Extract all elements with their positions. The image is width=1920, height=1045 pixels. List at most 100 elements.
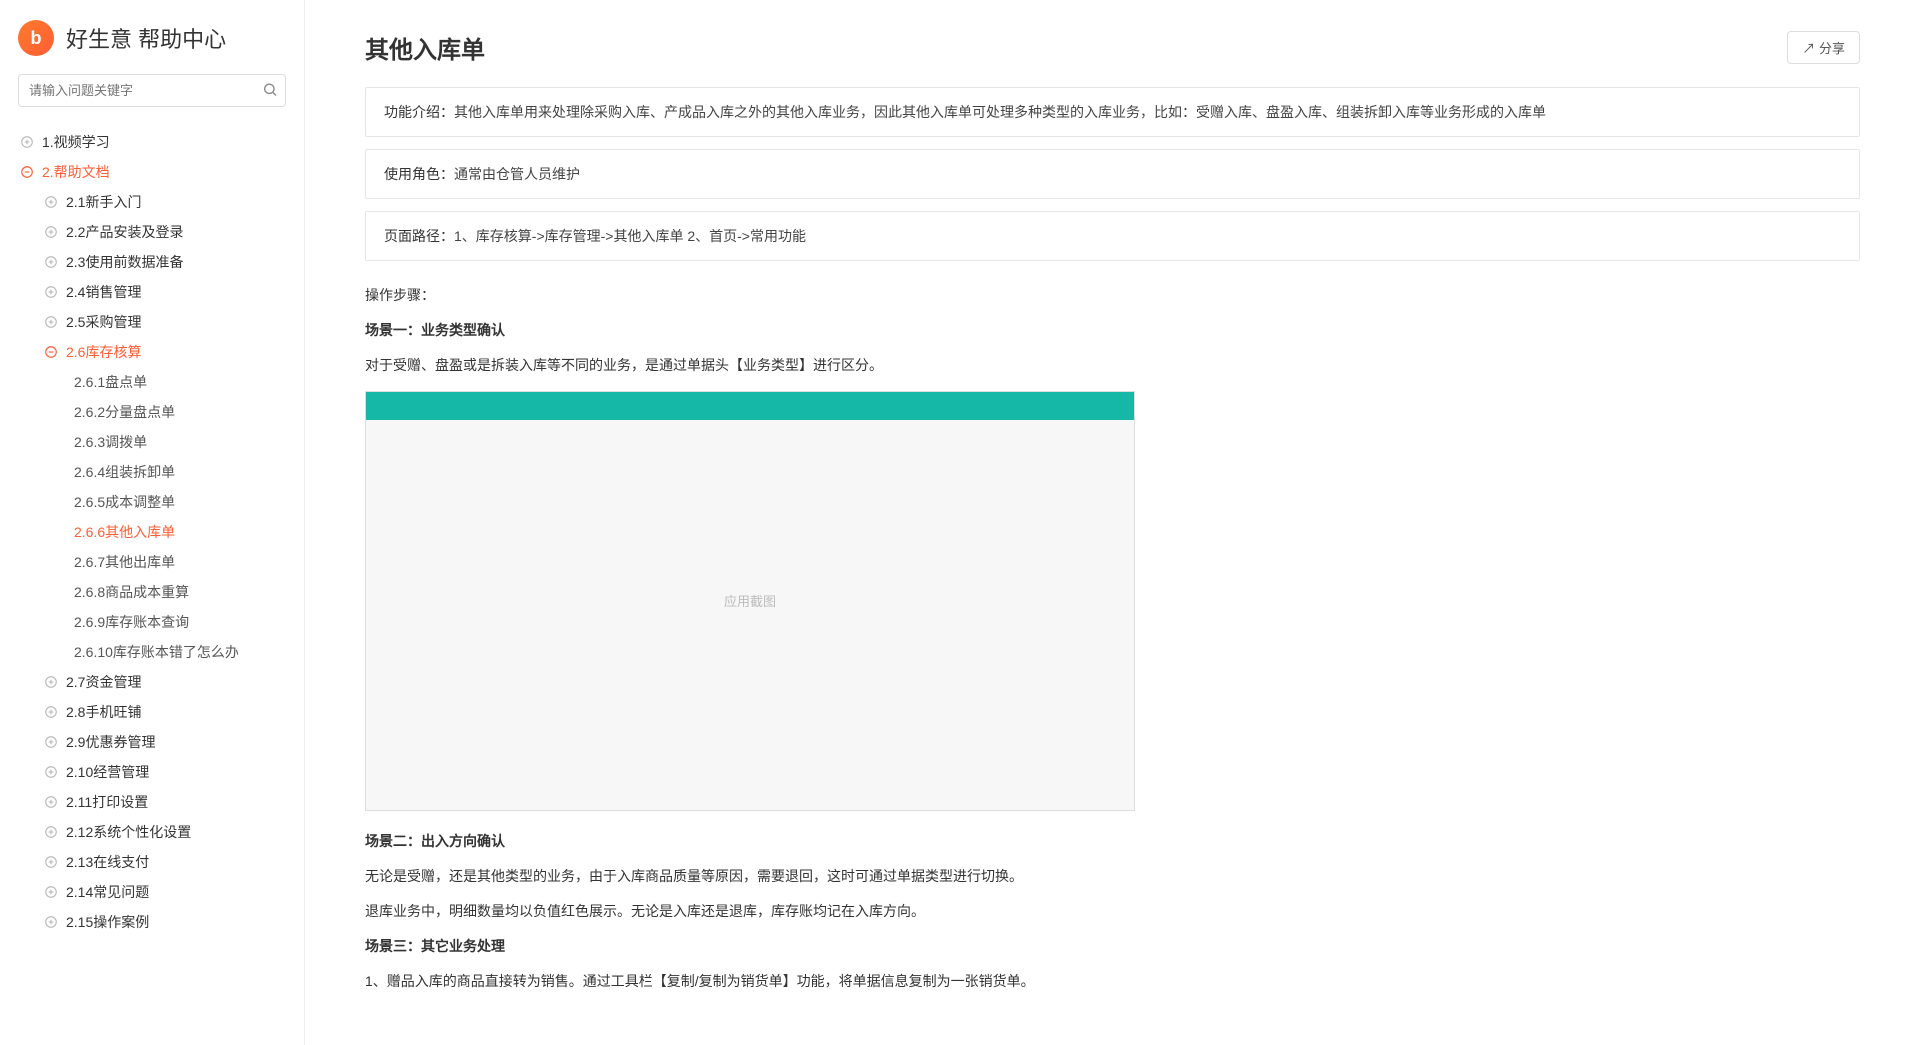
share-icon: ↗ — [1802, 41, 1815, 56]
nav-label: 2.15操作案例 — [66, 907, 149, 937]
nav-label: 2.1新手入门 — [66, 187, 141, 217]
card-intro: 功能介绍：其他入库单用来处理除采购入库、产成品入库之外的其他入库业务，因此其他入… — [365, 87, 1860, 137]
main-content: 其他入库单 ↗ 分享 功能介绍：其他入库单用来处理除采购入库、产成品入库之外的其… — [305, 0, 1920, 1045]
page-title: 其他入库单 — [365, 30, 485, 65]
nav-item-2-6-4[interactable]: 2.6.4组装拆卸单 — [74, 457, 286, 487]
nav-label: 2.5采购管理 — [66, 307, 141, 337]
brand-logo: b — [18, 20, 54, 56]
nav-item-2-7[interactable]: 2.7资金管理 — [42, 667, 286, 697]
nav-item-2-12[interactable]: 2.12系统个性化设置 — [42, 817, 286, 847]
nav-label: 2.6.3调拨单 — [74, 427, 147, 457]
plus-icon — [42, 193, 60, 211]
screenshot-alt: 应用截图 — [724, 591, 776, 610]
plus-icon — [18, 133, 36, 151]
nav-item-2-15[interactable]: 2.15操作案例 — [42, 907, 286, 937]
plus-icon — [42, 733, 60, 751]
search-input[interactable] — [18, 74, 286, 107]
nav-label: 2.7资金管理 — [66, 667, 141, 697]
nav-item-2-9[interactable]: 2.9优惠券管理 — [42, 727, 286, 757]
nav-label: 2.6.7其他出库单 — [74, 547, 175, 577]
sidebar: b 好生意 帮助中心 1.视频学习 2.帮助文档 2.1新手入门 2.2产品安装… — [0, 0, 305, 1045]
card-intro-text: 其他入库单用来处理除采购入库、产成品入库之外的其他入库业务，因此其他入库单可处理… — [454, 104, 1546, 120]
nav-label: 2.6库存核算 — [66, 337, 141, 367]
nav-item-2-13[interactable]: 2.13在线支付 — [42, 847, 286, 877]
nav-item-2-6-8[interactable]: 2.6.8商品成本重算 — [74, 577, 286, 607]
plus-icon — [42, 763, 60, 781]
scene1-text: 对于受赠、盘盈或是拆装入库等不同的业务，是通过单据头【业务类型】进行区分。 — [365, 353, 1860, 378]
nav-label: 2.11打印设置 — [66, 787, 148, 817]
plus-icon — [42, 793, 60, 811]
nav-label: 2.3使用前数据准备 — [66, 247, 183, 277]
brand-title: 好生意 帮助中心 — [66, 22, 226, 54]
search-icon[interactable] — [262, 81, 278, 100]
card-intro-label: 功能介绍： — [384, 104, 454, 120]
plus-icon — [42, 253, 60, 271]
nav-item-2-14[interactable]: 2.14常见问题 — [42, 877, 286, 907]
plus-icon — [42, 673, 60, 691]
embedded-screenshot: 应用截图 — [365, 391, 1135, 811]
minus-icon — [18, 163, 36, 181]
minus-icon — [42, 343, 60, 361]
nav-label: 2.13在线支付 — [66, 847, 149, 877]
nav-item-2-6-9[interactable]: 2.6.9库存账本查询 — [74, 607, 286, 637]
nav-item-2-6-5[interactable]: 2.6.5成本调整单 — [74, 487, 286, 517]
scene2-line2: 退库业务中，明细数量均以负值红色展示。无论是入库还是退库，库存账均记在入库方向。 — [365, 899, 1860, 924]
nav-label: 1.视频学习 — [42, 127, 110, 157]
nav-label: 2.8手机旺铺 — [66, 697, 141, 727]
card-role: 使用角色：通常由仓管人员维护 — [365, 149, 1860, 199]
nav-label: 2.2产品安装及登录 — [66, 217, 183, 247]
scene2-line1: 无论是受赠，还是其他类型的业务，由于入库商品质量等原因，需要退回，这时可通过单据… — [365, 864, 1860, 889]
plus-icon — [42, 883, 60, 901]
nav-item-2-6-10[interactable]: 2.6.10库存账本错了怎么办 — [74, 637, 286, 667]
plus-icon — [42, 823, 60, 841]
nav-item-2-10[interactable]: 2.10经营管理 — [42, 757, 286, 787]
nav-label: 2.6.10库存账本错了怎么办 — [74, 637, 239, 667]
nav-label: 2.帮助文档 — [42, 157, 110, 187]
nav-item-2-6-2[interactable]: 2.6.2分量盘点单 — [74, 397, 286, 427]
plus-icon — [42, 853, 60, 871]
nav-item-2-1[interactable]: 2.1新手入门 — [42, 187, 286, 217]
nav-label: 2.6.9库存账本查询 — [74, 607, 189, 637]
nav-item-2-2[interactable]: 2.2产品安装及登录 — [42, 217, 286, 247]
plus-icon — [42, 913, 60, 931]
nav-item-video[interactable]: 1.视频学习 — [18, 127, 286, 157]
nav-label: 2.14常见问题 — [66, 877, 149, 907]
nav-tree: 1.视频学习 2.帮助文档 2.1新手入门 2.2产品安装及登录 2.3使用前数… — [18, 127, 286, 937]
nav-label: 2.6.2分量盘点单 — [74, 397, 175, 427]
plus-icon — [42, 223, 60, 241]
scene3-heading: 场景三：其它业务处理 — [365, 934, 1860, 959]
brand: b 好生意 帮助中心 — [18, 20, 286, 56]
nav-item-2-4[interactable]: 2.4销售管理 — [42, 277, 286, 307]
scene2-heading: 场景二：出入方向确认 — [365, 829, 1860, 854]
nav-item-2-5[interactable]: 2.5采购管理 — [42, 307, 286, 337]
nav-item-2-8[interactable]: 2.8手机旺铺 — [42, 697, 286, 727]
plus-icon — [42, 283, 60, 301]
scene1-heading: 场景一：业务类型确认 — [365, 318, 1860, 343]
card-path: 页面路径：1、库存核算->库存管理->其他入库单 2、首页->常用功能 — [365, 211, 1860, 261]
nav-label: 2.9优惠券管理 — [66, 727, 155, 757]
nav-item-2-11[interactable]: 2.11打印设置 — [42, 787, 286, 817]
plus-icon — [42, 703, 60, 721]
nav-label: 2.6.4组装拆卸单 — [74, 457, 175, 487]
search-box — [18, 74, 286, 107]
nav-item-2-6-7[interactable]: 2.6.7其他出库单 — [74, 547, 286, 577]
nav-item-2-6-3[interactable]: 2.6.3调拨单 — [74, 427, 286, 457]
nav-label: 2.6.1盘点单 — [74, 367, 147, 397]
plus-icon — [42, 313, 60, 331]
nav-label: 2.10经营管理 — [66, 757, 149, 787]
share-label: 分享 — [1819, 41, 1845, 56]
nav-label: 2.6.6其他入库单 — [74, 517, 175, 547]
nav-label: 2.12系统个性化设置 — [66, 817, 191, 847]
nav-label: 2.6.5成本调整单 — [74, 487, 175, 517]
nav-item-2-3[interactable]: 2.3使用前数据准备 — [42, 247, 286, 277]
card-path-text: 1、库存核算->库存管理->其他入库单 2、首页->常用功能 — [454, 228, 806, 244]
nav-item-docs[interactable]: 2.帮助文档 — [18, 157, 286, 187]
steps-label: 操作步骤： — [365, 283, 1860, 308]
share-button[interactable]: ↗ 分享 — [1787, 31, 1860, 64]
card-path-label: 页面路径： — [384, 228, 454, 244]
nav-item-2-6-1[interactable]: 2.6.1盘点单 — [74, 367, 286, 397]
nav-item-2-6[interactable]: 2.6库存核算 — [42, 337, 286, 367]
card-role-text: 通常由仓管人员维护 — [454, 166, 580, 182]
nav-item-2-6-6[interactable]: 2.6.6其他入库单 — [74, 517, 286, 547]
article-body: 操作步骤： 场景一：业务类型确认 对于受赠、盘盈或是拆装入库等不同的业务，是通过… — [365, 283, 1860, 995]
